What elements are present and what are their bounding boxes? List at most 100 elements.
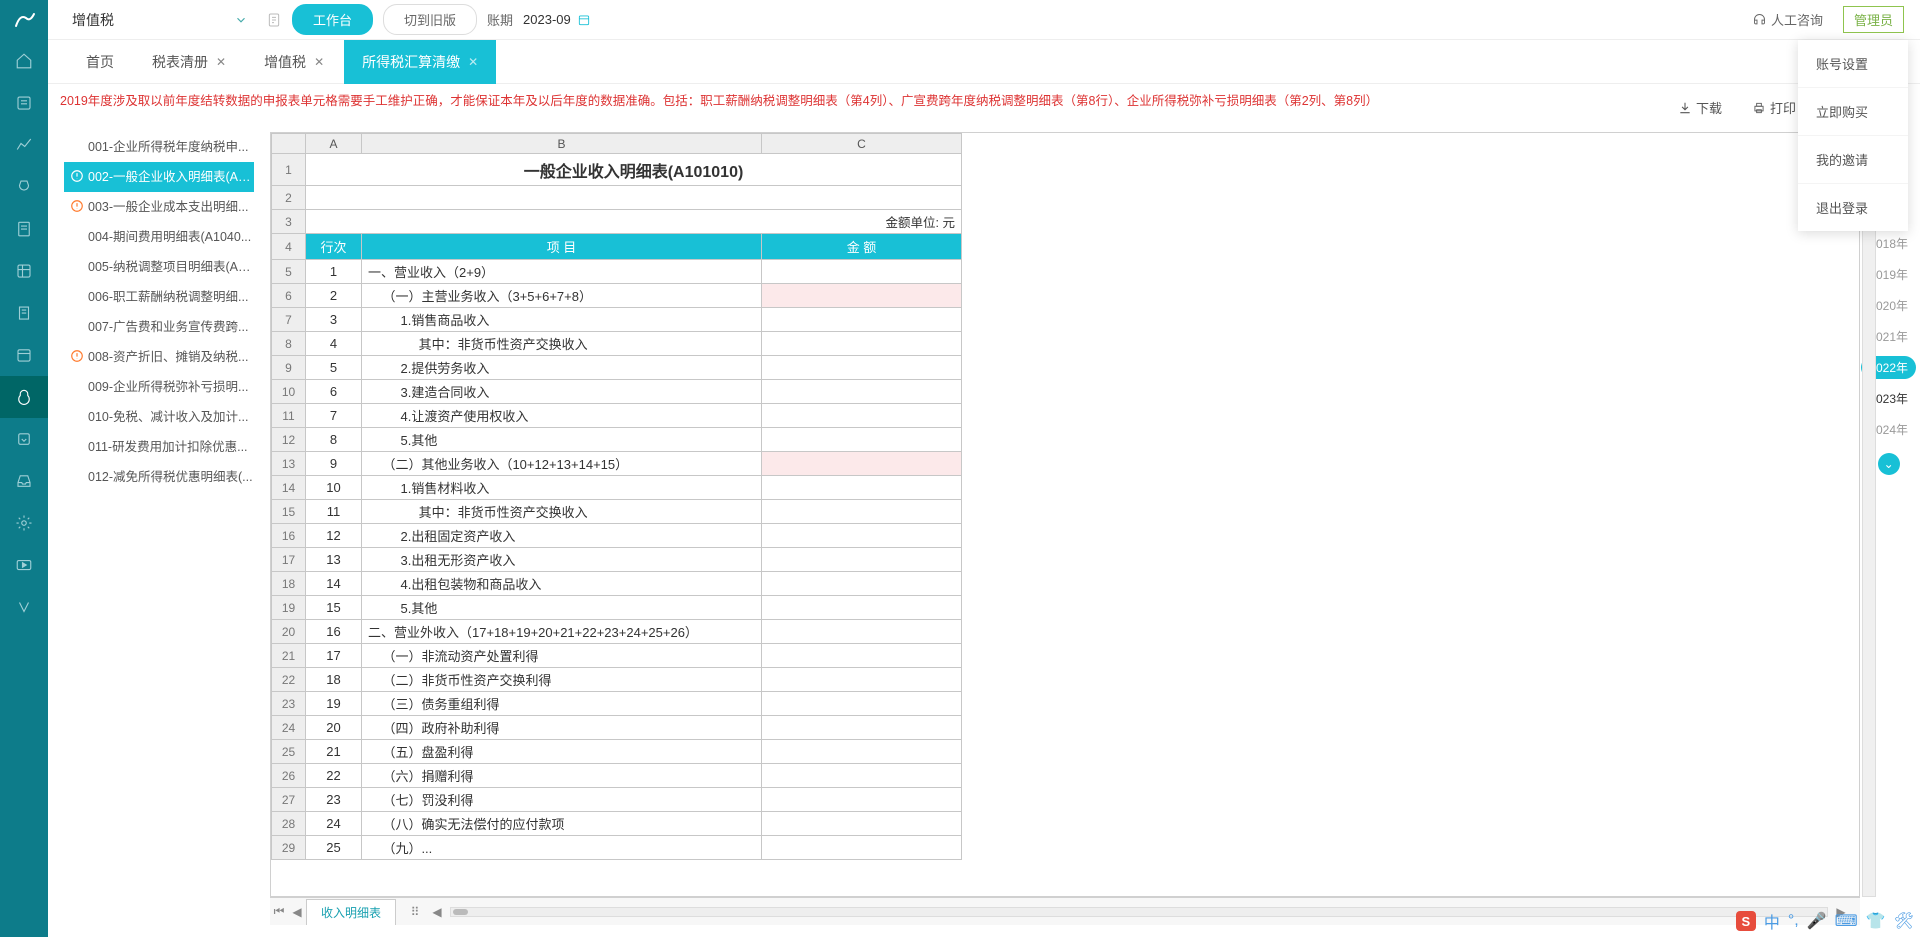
- sheet-item[interactable]: 004-期间费用明细表(A1040...: [64, 222, 254, 252]
- tab-income-tax[interactable]: 所得税汇算清缴✕: [344, 40, 496, 84]
- nav-recycle-icon[interactable]: [0, 418, 48, 460]
- nav-tax-icon[interactable]: [0, 292, 48, 334]
- col-header[interactable]: B: [362, 134, 762, 154]
- download-button[interactable]: 下载: [1678, 98, 1722, 117]
- amount-cell[interactable]: [762, 476, 962, 500]
- sheet-item[interactable]: 010-免税、减计收入及加计...: [64, 402, 254, 432]
- sheet-item[interactable]: 006-职工薪酬纳税调整明细...: [64, 282, 254, 312]
- row-label: 3.建造合同收入: [362, 380, 762, 404]
- vertical-scrollbar[interactable]: [1862, 132, 1876, 897]
- amount-cell[interactable]: [762, 788, 962, 812]
- col-header[interactable]: A: [306, 134, 362, 154]
- ime-mic-icon[interactable]: 🎤: [1807, 911, 1827, 931]
- close-icon[interactable]: ✕: [216, 55, 226, 69]
- amount-cell[interactable]: [762, 572, 962, 596]
- row-num: 2: [306, 284, 362, 308]
- amount-cell[interactable]: [762, 596, 962, 620]
- amount-cell[interactable]: [762, 500, 962, 524]
- col-header[interactable]: C: [762, 134, 962, 154]
- period-input[interactable]: 2023-09: [523, 12, 591, 27]
- menu-buy-now[interactable]: 立即购买: [1798, 88, 1908, 136]
- switch-old-button[interactable]: 切到旧版: [383, 4, 477, 35]
- amount-cell[interactable]: [762, 812, 962, 836]
- sheet-item[interactable]: 002-一般企业收入明细表(A1...: [64, 162, 254, 192]
- row-num: 19: [306, 692, 362, 716]
- support-link[interactable]: 人工咨询: [1752, 10, 1823, 29]
- nav-home-icon[interactable]: [0, 40, 48, 82]
- nav-active-icon[interactable]: [0, 376, 48, 418]
- tab-tax-list[interactable]: 税表清册✕: [134, 40, 244, 84]
- admin-button[interactable]: 管理员: [1843, 6, 1904, 33]
- sheet-item[interactable]: 008-资产折旧、摊销及纳税...: [64, 342, 254, 372]
- sheet-item[interactable]: 003-一般企业成本支出明细...: [64, 192, 254, 222]
- ime-punct-icon[interactable]: °,: [1788, 912, 1799, 930]
- document-tabs: 首页 税表清册✕ 增值税✕ 所得税汇算清缴✕: [48, 40, 1920, 84]
- note-icon[interactable]: [266, 12, 282, 28]
- breadcrumb-select[interactable]: 增值税: [64, 6, 256, 34]
- hscroll-thumb[interactable]: [453, 909, 468, 915]
- sheet-tab[interactable]: 收入明细表: [306, 899, 396, 925]
- horizontal-scrollbar[interactable]: ⠿ ◀ ▶: [406, 905, 1850, 919]
- amount-cell[interactable]: [762, 620, 962, 644]
- ime-lang[interactable]: 中: [1764, 909, 1780, 933]
- amount-cell[interactable]: [762, 524, 962, 548]
- nav-money-icon[interactable]: [0, 166, 48, 208]
- ime-toolbox-icon[interactable]: 🛠: [1894, 911, 1914, 931]
- menu-account-settings[interactable]: 账号设置: [1798, 40, 1908, 88]
- amount-cell[interactable]: [762, 548, 962, 572]
- amount-cell[interactable]: [762, 452, 962, 476]
- row-label: （二）非货币性资产交换利得: [362, 668, 762, 692]
- amount-cell[interactable]: [762, 716, 962, 740]
- amount-cell[interactable]: [762, 836, 962, 860]
- menu-logout[interactable]: 退出登录: [1798, 184, 1908, 231]
- corner-cell[interactable]: [272, 134, 306, 154]
- sheet-item[interactable]: 009-企业所得税弥补亏损明...: [64, 372, 254, 402]
- amount-cell[interactable]: [762, 308, 962, 332]
- sheet-nav-first-icon[interactable]: ⏮: [270, 904, 288, 919]
- amount-cell[interactable]: [762, 740, 962, 764]
- warning-icon: [70, 349, 84, 363]
- ime-keyboard-icon[interactable]: ⌨: [1835, 911, 1858, 931]
- row-num: 18: [306, 668, 362, 692]
- year-expand-icon[interactable]: ⌄: [1878, 453, 1900, 475]
- nav-calendar-icon[interactable]: [0, 334, 48, 376]
- sheet-nav-prev-icon[interactable]: ◀: [288, 905, 306, 919]
- amount-cell[interactable]: [762, 428, 962, 452]
- ime-skin-icon[interactable]: 👕: [1866, 911, 1886, 931]
- nav-analytics-icon[interactable]: [0, 124, 48, 166]
- sheet-item[interactable]: 007-广告费和业务宣传费跨...: [64, 312, 254, 342]
- sheet-item[interactable]: 011-研发费用加计扣除优惠...: [64, 432, 254, 462]
- tab-home[interactable]: 首页: [68, 40, 132, 84]
- row-label: （八）确实无法偿付的应付款项: [362, 812, 762, 836]
- nav-report-icon[interactable]: [0, 208, 48, 250]
- data-grid[interactable]: ABC1一般企业收入明细表(A101010)23金额单位: 元4行次项 目金 额…: [271, 133, 962, 860]
- amount-cell[interactable]: [762, 260, 962, 284]
- amount-cell[interactable]: [762, 332, 962, 356]
- amount-cell[interactable]: [762, 764, 962, 788]
- amount-cell[interactable]: [762, 356, 962, 380]
- ime-logo-icon[interactable]: S: [1736, 911, 1756, 931]
- top-bar: 增值税 工作台 切到旧版 账期 2023-09 人工咨询 管理员: [48, 0, 1920, 40]
- nav-form-icon[interactable]: [0, 250, 48, 292]
- nav-settings-icon[interactable]: [0, 502, 48, 544]
- nav-video-icon[interactable]: [0, 544, 48, 586]
- amount-cell[interactable]: [762, 668, 962, 692]
- amount-cell[interactable]: [762, 380, 962, 404]
- amount-cell[interactable]: [762, 644, 962, 668]
- amount-cell[interactable]: [762, 404, 962, 428]
- close-icon[interactable]: ✕: [314, 55, 324, 69]
- nav-v-icon[interactable]: [0, 586, 48, 628]
- nav-inbox-icon[interactable]: [0, 460, 48, 502]
- tab-vat[interactable]: 增值税✕: [246, 40, 342, 84]
- sheet-item[interactable]: 012-减免所得税优惠明细表(...: [64, 462, 254, 492]
- close-icon[interactable]: ✕: [468, 55, 478, 69]
- workspace-button[interactable]: 工作台: [292, 4, 373, 35]
- print-button[interactable]: 打印: [1752, 98, 1796, 117]
- sheet-item[interactable]: 005-纳税调整项目明细表(A1...: [64, 252, 254, 282]
- sheet-item[interactable]: 001-企业所得税年度纳税申...: [64, 132, 254, 162]
- amount-cell[interactable]: [762, 692, 962, 716]
- nav-ledger-icon[interactable]: [0, 82, 48, 124]
- menu-my-invites[interactable]: 我的邀请: [1798, 136, 1908, 184]
- amount-cell[interactable]: [762, 284, 962, 308]
- scroll-left-icon[interactable]: ⠿: [406, 905, 424, 919]
